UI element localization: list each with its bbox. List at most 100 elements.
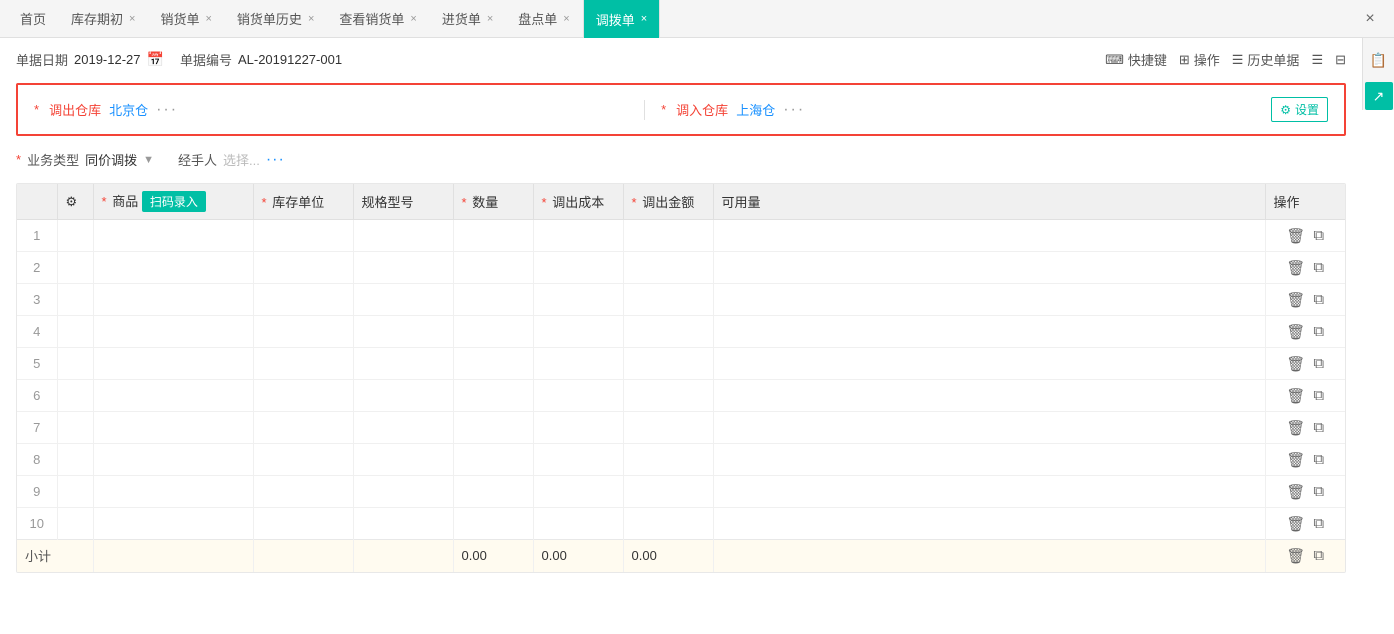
docno-value: AL-20191227-001 bbox=[238, 52, 342, 67]
tab-inventory-check[interactable]: 盘点单 × bbox=[506, 0, 582, 38]
row-copy-icon[interactable]: ⧉ bbox=[1313, 515, 1324, 532]
subtotal-delete-icon[interactable]: 🗑 bbox=[1286, 547, 1305, 565]
operations-btn[interactable]: ⊞ 操作 bbox=[1179, 50, 1220, 69]
tab-close-inventory-init[interactable]: × bbox=[129, 13, 135, 25]
transfer-in-field: * 调入仓库 上海仓 ··· bbox=[661, 100, 1255, 119]
table-row[interactable]: 4 🗑 ⧉ bbox=[17, 316, 1345, 348]
tab-bar: 首页 库存期初 × 销货单 × 销货单历史 × 查看销货单 × 进货单 × 盘点… bbox=[0, 0, 1394, 38]
transfer-out-more[interactable]: ··· bbox=[156, 101, 178, 119]
table-row[interactable]: 3 🗑 ⧉ bbox=[17, 284, 1345, 316]
row-delete-icon[interactable]: 🗑 bbox=[1286, 419, 1305, 437]
row-delete-icon[interactable]: 🗑 bbox=[1286, 291, 1305, 309]
handler-value[interactable]: 选择... bbox=[223, 150, 260, 169]
transfer-in-value[interactable]: 上海仓 bbox=[736, 100, 775, 119]
transfer-in-more[interactable]: ··· bbox=[783, 101, 805, 119]
row-copy-icon[interactable]: ⧉ bbox=[1313, 387, 1324, 404]
row-copy-icon[interactable]: ⧉ bbox=[1313, 355, 1324, 372]
tab-inventory-init[interactable]: 库存期初 × bbox=[59, 0, 148, 38]
row-copy-icon[interactable]: ⧉ bbox=[1313, 483, 1324, 500]
table-row[interactable]: 10 🗑 ⧉ bbox=[17, 508, 1345, 540]
shortcuts-btn[interactable]: ⌨ 快捷键 bbox=[1105, 50, 1167, 69]
table-row[interactable]: 5 🗑 ⧉ bbox=[17, 348, 1345, 380]
row-delete-icon[interactable]: 🗑 bbox=[1286, 387, 1305, 405]
handler-field: 经手人 选择... ··· bbox=[178, 150, 285, 169]
biz-type-field: * 业务类型 同价调拨 ▼ bbox=[16, 150, 154, 169]
tab-purchase-order[interactable]: 进货单 × bbox=[430, 0, 506, 38]
tab-close-inventory-check[interactable]: × bbox=[563, 13, 569, 25]
tab-sales-order[interactable]: 销货单 × bbox=[148, 0, 224, 38]
transfer-in-asterisk: * bbox=[661, 102, 666, 117]
row-num-4: 4 bbox=[17, 316, 57, 348]
calendar-icon[interactable]: 📅 bbox=[147, 51, 164, 68]
warehouse-section: * 调出仓库 北京仓 ··· * 调入仓库 上海仓 ··· ⚙ 设置 bbox=[16, 83, 1346, 136]
header-right: ⌨ 快捷键 ⊞ 操作 ☰ 历史单据 ☰ ⊟ bbox=[1105, 50, 1346, 69]
handler-label: 经手人 bbox=[178, 150, 217, 169]
row-copy-icon[interactable]: ⧉ bbox=[1313, 451, 1324, 468]
row-num-10: 10 bbox=[17, 508, 57, 540]
transfer-out-value[interactable]: 北京仓 bbox=[109, 100, 148, 119]
layout-list-btn[interactable]: ☰ bbox=[1311, 52, 1323, 68]
date-field: 单据日期 2019-12-27 📅 bbox=[16, 50, 164, 69]
row-copy-icon[interactable]: ⧉ bbox=[1313, 419, 1324, 436]
tab-view-sales[interactable]: 查看销货单 × bbox=[327, 0, 429, 38]
tab-close-sales-history[interactable]: × bbox=[308, 13, 314, 25]
row-delete-icon[interactable]: 🗑 bbox=[1286, 323, 1305, 341]
row-delete-icon[interactable]: 🗑 bbox=[1286, 355, 1305, 373]
row-delete-icon[interactable]: 🗑 bbox=[1286, 259, 1305, 277]
row-copy-icon[interactable]: ⧉ bbox=[1313, 259, 1324, 276]
biz-type-value[interactable]: 同价调拨 bbox=[85, 150, 137, 169]
col-gear-header[interactable]: ⚙ bbox=[57, 184, 93, 220]
row-delete-icon[interactable]: 🗑 bbox=[1286, 451, 1305, 469]
biz-type-dropdown-icon[interactable]: ▼ bbox=[143, 154, 154, 166]
row-delete-icon[interactable]: 🗑 bbox=[1286, 483, 1305, 501]
header-left: 单据日期 2019-12-27 📅 单据编号 AL-20191227-001 bbox=[16, 50, 342, 69]
table-row[interactable]: 9 🗑 ⧉ bbox=[17, 476, 1345, 508]
col-avail-header: 可用量 bbox=[713, 184, 1265, 220]
grid-icon: ⊞ bbox=[1179, 52, 1190, 68]
row-num-6: 6 bbox=[17, 380, 57, 412]
tab-close-purchase-order[interactable]: × bbox=[487, 13, 493, 25]
subtotal-row: 小计 0.00 0.00 0.00 bbox=[17, 540, 1345, 572]
table-row[interactable]: 7 🗑 ⧉ bbox=[17, 412, 1345, 444]
tab-close-transfer-order[interactable]: × bbox=[641, 13, 647, 25]
row-copy-icon[interactable]: ⧉ bbox=[1313, 291, 1324, 308]
row-delete-icon[interactable]: 🗑 bbox=[1286, 515, 1305, 533]
handler-more[interactable]: ··· bbox=[266, 151, 285, 169]
col-cost-header: * 调出成本 bbox=[533, 184, 623, 220]
row-num-8: 8 bbox=[17, 444, 57, 476]
tab-home[interactable]: 首页 bbox=[8, 0, 59, 38]
tab-transfer-order[interactable]: 调拨单 × bbox=[583, 0, 660, 38]
row-copy-icon[interactable]: ⧉ bbox=[1313, 227, 1324, 244]
col-unit-header: * 库存单位 bbox=[253, 184, 353, 220]
layout-grid-btn[interactable]: ⊟ bbox=[1335, 52, 1346, 68]
row-copy-icon[interactable]: ⧉ bbox=[1313, 323, 1324, 340]
col-qty-header: * 数量 bbox=[453, 184, 533, 220]
subtotal-copy-icon[interactable]: ⧉ bbox=[1313, 547, 1324, 564]
scan-barcode-button[interactable]: 扫码录入 bbox=[142, 191, 206, 212]
data-table: ⚙ * 商品 扫码录入 * 库存单位 规格型号 bbox=[17, 184, 1345, 572]
row-delete-icon[interactable]: 🗑 bbox=[1286, 227, 1305, 245]
docno-label: 单据编号 bbox=[180, 50, 232, 69]
date-value[interactable]: 2019-12-27 bbox=[74, 52, 141, 67]
settings-button[interactable]: ⚙ 设置 bbox=[1271, 97, 1328, 122]
tab-sales-history[interactable]: 销货单历史 × bbox=[225, 0, 327, 38]
tab-close-sales-order[interactable]: × bbox=[205, 13, 211, 25]
transfer-out-asterisk: * bbox=[34, 102, 39, 117]
table-row[interactable]: 6 🗑 ⧉ bbox=[17, 380, 1345, 412]
history-btn[interactable]: ☰ 历史单据 bbox=[1232, 50, 1300, 69]
layout-list-icon: ☰ bbox=[1311, 52, 1323, 68]
subtotal-amount: 0.00 bbox=[623, 540, 713, 572]
sidebar-notes-icon[interactable]: 📋 bbox=[1365, 46, 1393, 74]
table-row[interactable]: 8 🗑 ⧉ bbox=[17, 444, 1345, 476]
gear-column-icon[interactable]: ⚙ bbox=[66, 194, 78, 209]
close-all-tabs-button[interactable]: × bbox=[1358, 7, 1382, 31]
tab-close-view-sales[interactable]: × bbox=[410, 13, 416, 25]
subtotal-cost: 0.00 bbox=[533, 540, 623, 572]
table-row[interactable]: 1 🗑 ⧉ bbox=[17, 220, 1345, 252]
subtotal-qty: 0.00 bbox=[453, 540, 533, 572]
table-scroll[interactable]: ⚙ * 商品 扫码录入 * 库存单位 规格型号 bbox=[17, 184, 1345, 572]
table-row[interactable]: 2 🗑 ⧉ bbox=[17, 252, 1345, 284]
col-amount-header: * 调出金额 bbox=[623, 184, 713, 220]
sidebar-expand-icon[interactable]: ↗ bbox=[1365, 82, 1393, 110]
row-num-7: 7 bbox=[17, 412, 57, 444]
